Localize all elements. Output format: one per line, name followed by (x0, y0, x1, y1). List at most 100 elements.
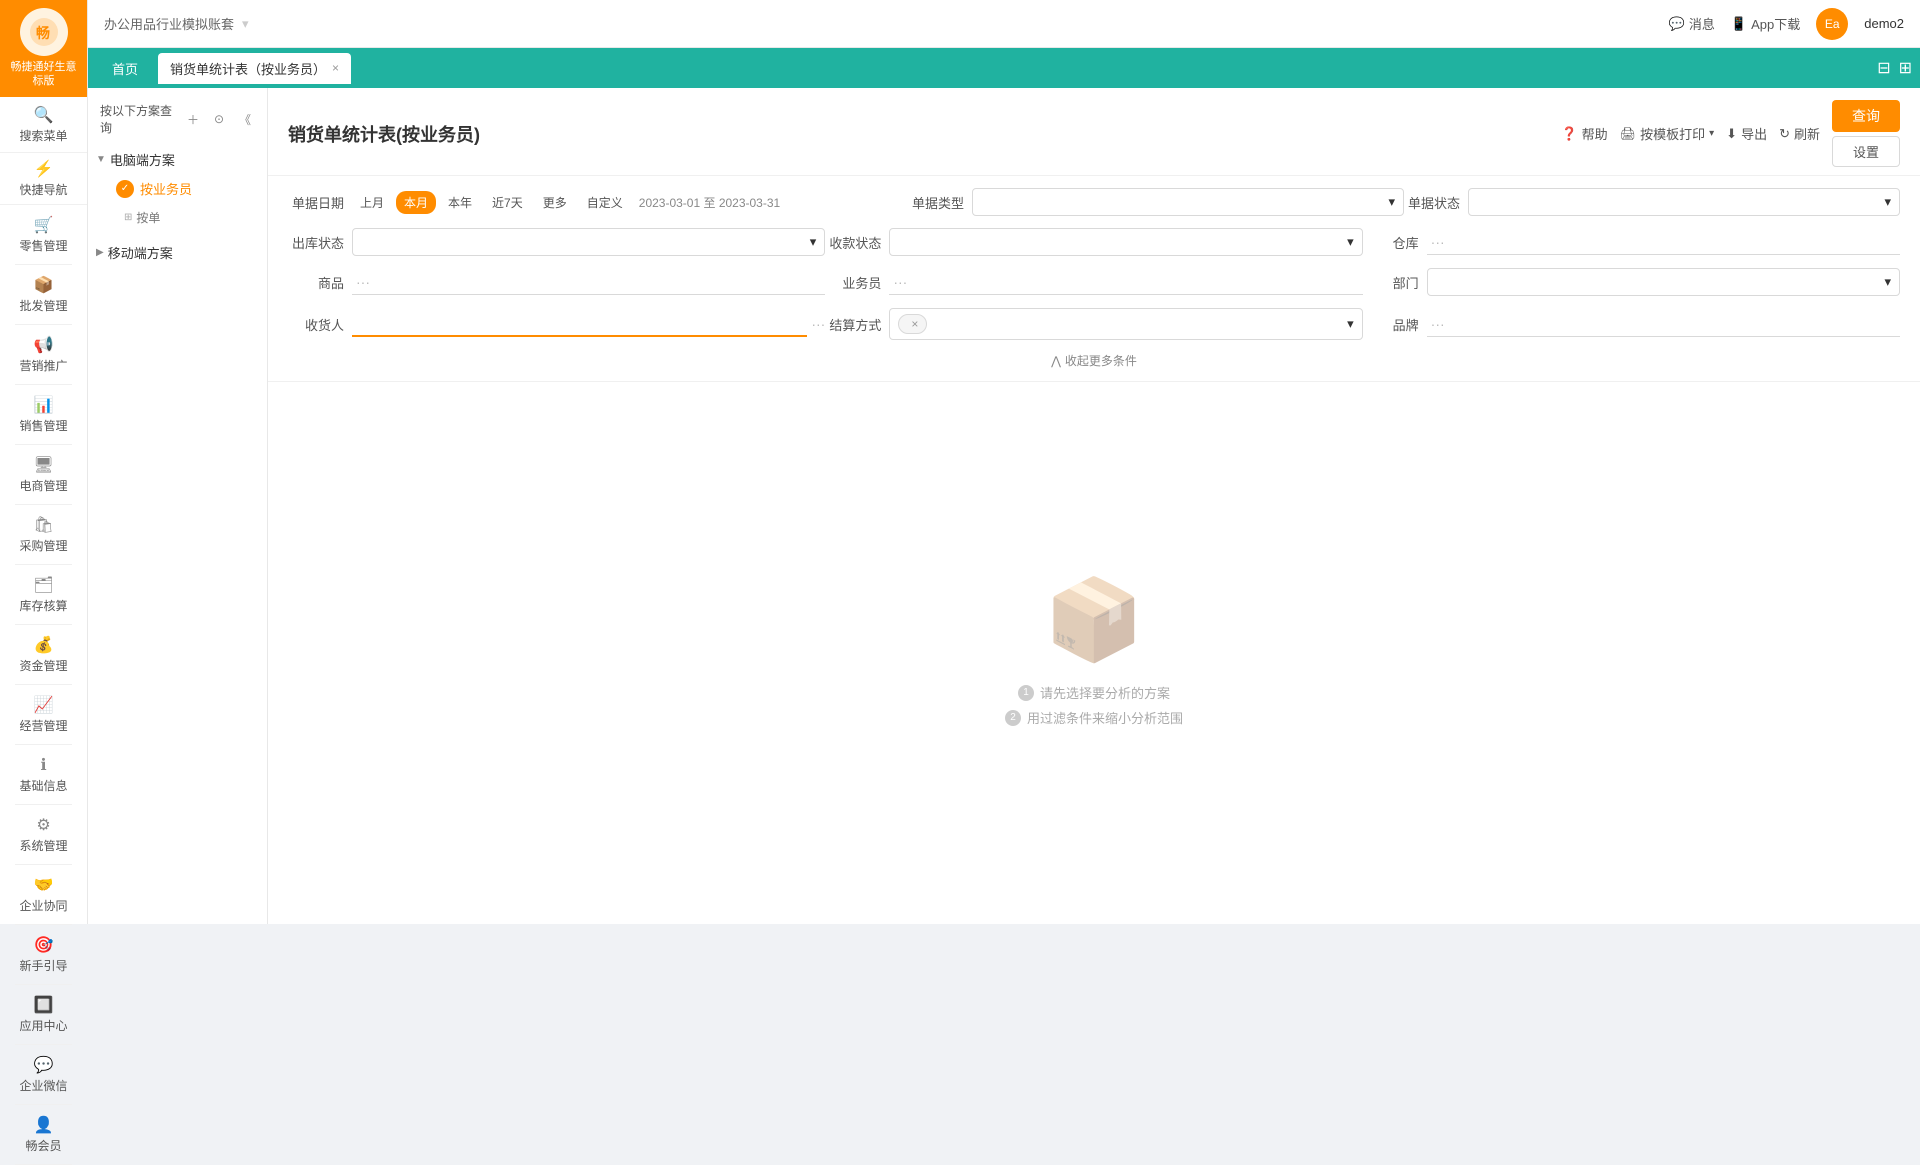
settings-button[interactable]: 设置 (1832, 136, 1900, 167)
product-input-area[interactable]: ··· (352, 270, 825, 295)
app-download-button[interactable]: 📱 App下载 (1731, 14, 1800, 33)
sidebar-item-零售管理[interactable]: 🛒零售管理 (15, 205, 71, 265)
filter-department: 部门 ▾ (1363, 268, 1900, 296)
date-this-month[interactable]: 本月 (396, 191, 436, 214)
filter-consignee: 收货人 ··· (288, 312, 825, 337)
tab-minimize-button[interactable]: ⊟ (1877, 58, 1890, 78)
salesperson-input-area[interactable]: ··· (889, 270, 1362, 295)
brand-label: 品牌 (1363, 315, 1419, 334)
doc-type-label: 单据类型 (908, 193, 964, 212)
empty-state: 📦 1 请先选择要分析的方案 2 用过滤条件来缩小分析范围 (268, 382, 1920, 924)
scheme-item-by-salesperson[interactable]: ✓ 按业务员 (88, 173, 267, 204)
sidebar-item-畅会员[interactable]: 👤畅会员 (15, 1105, 71, 1165)
department-select[interactable]: ▾ (1427, 268, 1900, 296)
payment-tag-close[interactable]: × (911, 317, 918, 331)
date-last-month[interactable]: 上月 (352, 191, 392, 214)
page-header: 销货单统计表(按业务员) ❓ 帮助 🖨 按模板打印 ▾ ⬇ 导出 (268, 88, 1920, 176)
consignee-dots[interactable]: ··· (811, 316, 825, 332)
print-button[interactable]: 🖨 按模板打印 ▾ (1620, 124, 1715, 143)
sidebar-search-item[interactable]: 🔍 搜索菜单 (0, 97, 87, 153)
sidebar-item-经营管理[interactable]: 📈经营管理 (15, 685, 71, 745)
filter-doc-status: 单据状态 ▾ (1404, 188, 1900, 216)
add-scheme-button[interactable]: ＋ (183, 109, 203, 129)
collapse-panel-button[interactable]: 《 (235, 109, 255, 129)
sidebar-item-营销推广[interactable]: 📢营销推广 (15, 325, 71, 385)
print-icon: 🖨 (1620, 126, 1637, 142)
product-dots[interactable]: ··· (356, 274, 370, 290)
date-7days[interactable]: 近7天 (484, 191, 531, 214)
warehouse-input-area[interactable]: ··· (1427, 230, 1900, 255)
tab-active-label: 销货单统计表（按业务员） (170, 59, 326, 78)
warehouse-dots[interactable]: ··· (1431, 234, 1445, 250)
scheme-group-desktop: ▼ 电脑端方案 ✓ 按业务员 ⊞ 按单 (88, 142, 267, 235)
logo-text: 畅捷通好生意标版 (6, 60, 81, 89)
page-actions: ❓ 帮助 🖨 按模板打印 ▾ ⬇ 导出 ↻ 刷新 (1561, 100, 1900, 167)
sidebar-item-资金管理[interactable]: 💰资金管理 (15, 625, 71, 685)
tab-bar-right: ⊟ ⊞ (1877, 58, 1912, 78)
receipt-status-select[interactable]: ▾ (889, 228, 1362, 256)
empty-hint-2: 2 用过滤条件来缩小分析范围 (1005, 708, 1183, 727)
header-right: 💬 消息 📱 App下载 Ea demo2 (1669, 8, 1904, 40)
out-status-select[interactable]: ▾ (352, 228, 825, 256)
svg-text:畅: 畅 (36, 25, 50, 41)
date-more[interactable]: 更多 (535, 191, 575, 214)
sidebar-item-电商管理[interactable]: 🖥电商管理 (15, 445, 71, 505)
filter-payment: 结算方式 × ▾ (825, 308, 1362, 340)
sidebar-item-新手引导[interactable]: 🎯新手引导 (15, 925, 71, 985)
avatar[interactable]: Ea (1816, 8, 1848, 40)
date-this-year[interactable]: 本年 (440, 191, 480, 214)
scheme-group-mobile-header[interactable]: ▶ 移动端方案 (88, 239, 267, 266)
doc-status-select[interactable]: ▾ (1468, 188, 1900, 216)
left-panel-header: 按以下方案查询 ＋ ⊙ 《 (88, 96, 267, 142)
help-button[interactable]: ❓ 帮助 (1561, 124, 1607, 143)
filter-receipt-status: 收款状态 ▾ (825, 228, 1362, 256)
download-icon: 📱 (1731, 16, 1747, 32)
triangle-icon-mobile: ▶ (96, 247, 104, 258)
filter-row-4: 收货人 ··· 结算方式 × ▾ (288, 308, 1900, 340)
scheme-group-desktop-label: 电脑端方案 (110, 150, 175, 169)
sidebar-item-采购管理[interactable]: 🛍采购管理 (15, 505, 71, 565)
out-status-label: 出库状态 (288, 233, 344, 252)
sidebar-item-企业协同[interactable]: 🤝企业协同 (15, 865, 71, 925)
refresh-button[interactable]: ↻ 刷新 (1779, 124, 1820, 143)
tab-active[interactable]: 销货单统计表（按业务员） × (158, 53, 351, 84)
hint-1-text: 请先选择要分析的方案 (1040, 683, 1170, 702)
consignee-input[interactable] (352, 312, 807, 337)
tab-close-button[interactable]: × (332, 61, 339, 75)
sidebar-item-销售管理[interactable]: 📊销售管理 (15, 385, 71, 445)
scheme-sub-item-by-order[interactable]: ⊞ 按单 (88, 204, 267, 231)
payment-select[interactable]: × ▾ (889, 308, 1362, 340)
query-button[interactable]: 查询 (1832, 100, 1900, 132)
date-label: 单据日期 (288, 193, 344, 212)
scheme-group-desktop-header[interactable]: ▼ 电脑端方案 (88, 146, 267, 173)
tab-maximize-button[interactable]: ⊞ (1899, 58, 1912, 78)
brand-dots[interactable]: ··· (1431, 316, 1445, 332)
sidebar-quick-nav[interactable]: ⚡ 快捷导航 (0, 153, 87, 205)
doc-type-arrow: ▾ (1388, 194, 1395, 210)
filter-product: 商品 ··· (288, 270, 825, 295)
sidebar-item-库存核算[interactable]: 🗂库存核算 (15, 565, 71, 625)
tab-home[interactable]: 首页 (96, 53, 154, 84)
sidebar-item-企业微信[interactable]: 💬企业微信 (15, 1045, 71, 1105)
sidebar-item-批发管理[interactable]: 📦批发管理 (15, 265, 71, 325)
print-label: 按模板打印 (1640, 124, 1705, 143)
doc-type-select[interactable]: ▾ (972, 188, 1404, 216)
collapse-icon: ⋀ (1051, 354, 1061, 368)
sidebar-item-应用中心[interactable]: 🔲应用中心 (15, 985, 71, 1045)
help-label: 帮助 (1582, 124, 1608, 143)
warehouse-label: 仓库 (1363, 233, 1419, 252)
payment-arrow: ▾ (1347, 316, 1354, 332)
sidebar-item-基础信息[interactable]: ℹ基础信息 (15, 745, 71, 805)
left-panel: 按以下方案查询 ＋ ⊙ 《 ▼ 电脑端方案 ✓ 按业务员 ⊞ 按单 (88, 88, 268, 924)
logo-icon: 畅 (20, 8, 68, 56)
sidebar-item-系统管理[interactable]: ⚙系统管理 (15, 805, 71, 865)
logo-area[interactable]: 畅 畅捷通好生意标版 (0, 0, 87, 97)
date-custom[interactable]: 自定义 (579, 191, 631, 214)
hint-1-num: 1 (1018, 685, 1034, 701)
edit-scheme-button[interactable]: ⊙ (209, 109, 229, 129)
salesperson-dots[interactable]: ··· (893, 274, 907, 290)
export-button[interactable]: ⬇ 导出 (1726, 124, 1767, 143)
message-button[interactable]: 💬 消息 (1669, 14, 1715, 33)
brand-input-area[interactable]: ··· (1427, 312, 1900, 337)
collapse-filters-button[interactable]: ⋀ 收起更多条件 (288, 352, 1900, 369)
